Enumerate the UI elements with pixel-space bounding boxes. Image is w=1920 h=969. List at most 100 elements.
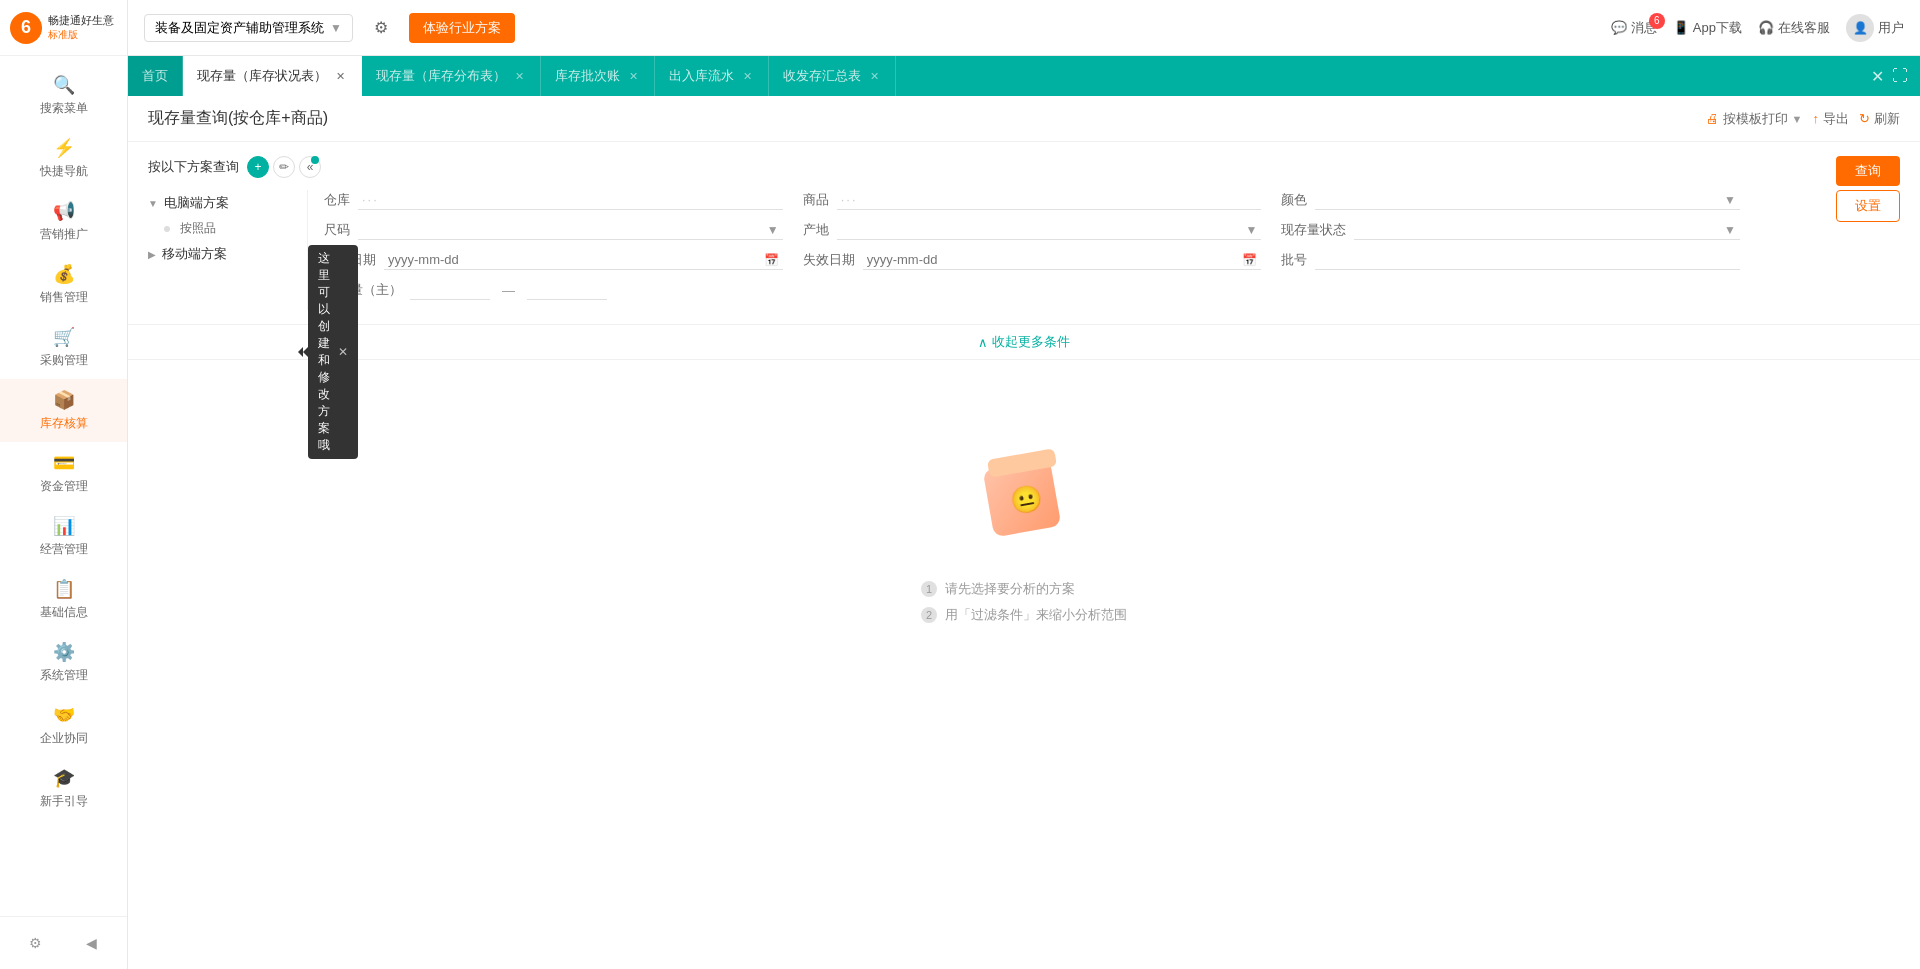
sidebar-item-label: 经营管理 xyxy=(40,541,88,558)
header-settings-btn[interactable]: ⚙ xyxy=(365,12,397,44)
purchase-icon: 🛒 xyxy=(53,326,75,348)
tab-home-label: 首页 xyxy=(142,67,168,85)
warehouse-input[interactable]: ··· xyxy=(358,190,783,210)
tab-close-receive-summary[interactable]: ✕ xyxy=(867,69,881,83)
color-input-field[interactable] xyxy=(1319,192,1724,207)
industry-btn[interactable]: 体验行业方案 xyxy=(409,13,515,43)
sidebar-bottom: ⚙ ◀ xyxy=(0,916,127,969)
batch-no-input[interactable] xyxy=(1315,250,1740,270)
tab-inventory-status[interactable]: 现存量（库存状况表） ✕ xyxy=(183,56,362,96)
size-input-field[interactable] xyxy=(362,222,767,237)
print-dropdown-icon: ▼ xyxy=(1792,113,1803,125)
tab-expand-icon[interactable]: ⛶ xyxy=(1892,67,1908,85)
expiry-date-field[interactable] xyxy=(867,252,1239,267)
online-service-label: 在线客服 xyxy=(1778,19,1830,37)
origin-input-field[interactable] xyxy=(841,222,1246,237)
stock-qty-to-field[interactable] xyxy=(531,282,603,297)
refresh-btn[interactable]: ↻ 刷新 xyxy=(1859,110,1900,128)
filter-btns: + ✏ « xyxy=(247,156,321,178)
filter-row-3: 生产日期 📅 失效日期 📅 xyxy=(324,250,1740,270)
sidebar-item-finance[interactable]: 💳 资金管理 xyxy=(0,442,127,505)
business-icon: 📊 xyxy=(53,515,75,537)
stock-status-input-field[interactable] xyxy=(1358,222,1724,237)
notification-btn[interactable]: 💬 6 消息 xyxy=(1611,19,1657,37)
stock-qty-to[interactable] xyxy=(527,280,607,300)
size-dropdown-icon: ▼ xyxy=(767,223,779,237)
scheme-mobile[interactable]: ▶ 移动端方案 xyxy=(148,241,295,267)
stock-status-input[interactable]: ▼ xyxy=(1354,220,1740,240)
empty-state: 😐 1 请先选择要分析的方案 2 用「过滤条件」来缩小分析范围 xyxy=(128,360,1920,708)
filter-edit-btn[interactable]: ✏ xyxy=(273,156,295,178)
empty-num-2: 2 xyxy=(921,607,937,623)
size-input[interactable]: ▼ xyxy=(358,220,783,240)
empty-step-2-text: 用「过滤条件」来缩小分析范围 xyxy=(945,602,1127,628)
tooltip-close-2[interactable]: ✕ xyxy=(338,345,348,359)
tab-inventory-dist[interactable]: 现存量（库存分布表） ✕ xyxy=(362,56,541,96)
filter-section: 按以下方案查询 + ✏ « ▼ 电脑端方案 xyxy=(128,142,1920,325)
stock-qty-sep: — xyxy=(502,283,515,298)
system-selector[interactable]: 装备及固定资产辅助管理系统 ▼ xyxy=(144,14,353,42)
export-btn[interactable]: ↑ 导出 xyxy=(1813,110,1850,128)
sidebar-item-system[interactable]: ⚙️ 系统管理 xyxy=(0,631,127,694)
stock-qty-from[interactable] xyxy=(410,280,490,300)
sidebar-item-guide[interactable]: 🎓 新手引导 xyxy=(0,757,127,820)
calendar-icon-1[interactable]: 📅 xyxy=(764,253,779,267)
sidebar-logo: 6 畅捷通好生意 标准版 xyxy=(0,0,127,56)
tab-home[interactable]: 首页 xyxy=(128,56,183,96)
setting-btn[interactable]: 设置 xyxy=(1836,190,1900,222)
sidebar-item-business[interactable]: 📊 经营管理 xyxy=(0,505,127,568)
logo-icon: 6 xyxy=(10,12,42,44)
sidebar-item-label: 销售管理 xyxy=(40,289,88,306)
finance-icon: 💳 xyxy=(53,452,75,474)
expiry-date-input[interactable]: 📅 xyxy=(863,250,1262,270)
query-btn[interactable]: 查询 xyxy=(1836,156,1900,186)
sidebar-item-base[interactable]: 📋 基础信息 xyxy=(0,568,127,631)
batch-no-field[interactable] xyxy=(1319,252,1736,267)
sidebar-item-sales[interactable]: 💰 销售管理 xyxy=(0,253,127,316)
scheme-desktop[interactable]: ▼ 电脑端方案 xyxy=(148,190,295,216)
filter-batch-no: 批号 xyxy=(1281,250,1740,270)
tab-close-inventory-dist[interactable]: ✕ xyxy=(512,69,526,83)
sidebar-item-label: 营销推广 xyxy=(40,226,88,243)
tab-close-inventory-status[interactable]: ✕ xyxy=(333,69,347,83)
sidebar-item-label: 新手引导 xyxy=(40,793,88,810)
sidebar-nav: 🔍 搜索菜单 ⚡ 快捷导航 📢 营销推广 💰 销售管理 🛒 采购管理 📦 库存核… xyxy=(0,56,127,916)
sidebar-collapse-btn[interactable]: ◀ xyxy=(77,929,105,957)
color-input[interactable]: ▼ xyxy=(1315,190,1740,210)
online-service-btn[interactable]: 🎧 在线客服 xyxy=(1758,19,1830,37)
filter-add-btn[interactable]: + xyxy=(247,156,269,178)
tab-batch-ledger[interactable]: 库存批次账 ✕ xyxy=(541,56,655,96)
main-area: 装备及固定资产辅助管理系统 ▼ ⚙ 体验行业方案 💬 6 消息 📱 App下载 … xyxy=(128,0,1920,969)
sidebar-item-quick[interactable]: ⚡ 快捷导航 xyxy=(0,127,127,190)
filter-origin: 产地 ▼ xyxy=(803,220,1262,240)
tab-receive-summary[interactable]: 收发存汇总表 ✕ xyxy=(769,56,896,96)
sidebar-item-inventory[interactable]: 📦 库存核算 xyxy=(0,379,127,442)
user-menu[interactable]: 👤 用户 xyxy=(1846,14,1904,42)
filter-color: 颜色 ▼ xyxy=(1281,190,1740,210)
production-date-input[interactable]: 📅 xyxy=(384,250,783,270)
origin-input[interactable]: ▼ xyxy=(837,220,1262,240)
scheme-child-item[interactable]: 按照品 xyxy=(164,216,295,241)
active-indicator-dot xyxy=(311,156,319,164)
calendar-icon-2[interactable]: 📅 xyxy=(1242,253,1257,267)
sidebar-settings-btn[interactable]: ⚙ xyxy=(22,929,50,957)
goods-input[interactable]: ··· xyxy=(837,190,1262,210)
goods-label: 商品 xyxy=(803,191,829,209)
stock-qty-from-field[interactable] xyxy=(414,282,486,297)
tab-in-out-flow[interactable]: 出入库流水 ✕ xyxy=(655,56,769,96)
tab-close-batch-ledger[interactable]: ✕ xyxy=(626,69,640,83)
sidebar-item-marketing[interactable]: 📢 营销推广 xyxy=(0,190,127,253)
tab-close-in-out-flow[interactable]: ✕ xyxy=(740,69,754,83)
sidebar-item-purchase[interactable]: 🛒 采购管理 xyxy=(0,316,127,379)
sidebar-item-search[interactable]: 🔍 搜索菜单 xyxy=(0,64,127,127)
print-btn[interactable]: 🖨 按模板打印 ▼ xyxy=(1706,110,1803,128)
tab-close-all-icon[interactable]: ✕ xyxy=(1871,67,1884,86)
app-download-btn[interactable]: 📱 App下载 xyxy=(1673,19,1742,37)
base-icon: 📋 xyxy=(53,578,75,600)
expiry-date-label: 失效日期 xyxy=(803,251,855,269)
sidebar-item-enterprise[interactable]: 🤝 企业协同 xyxy=(0,694,127,757)
filter-goods: 商品 ··· xyxy=(803,190,1262,210)
production-date-field[interactable] xyxy=(388,252,760,267)
collapse-row[interactable]: ∧ 收起更多条件 xyxy=(128,325,1920,360)
filter-fields: 仓库 ··· 商品 ··· xyxy=(308,190,1900,310)
